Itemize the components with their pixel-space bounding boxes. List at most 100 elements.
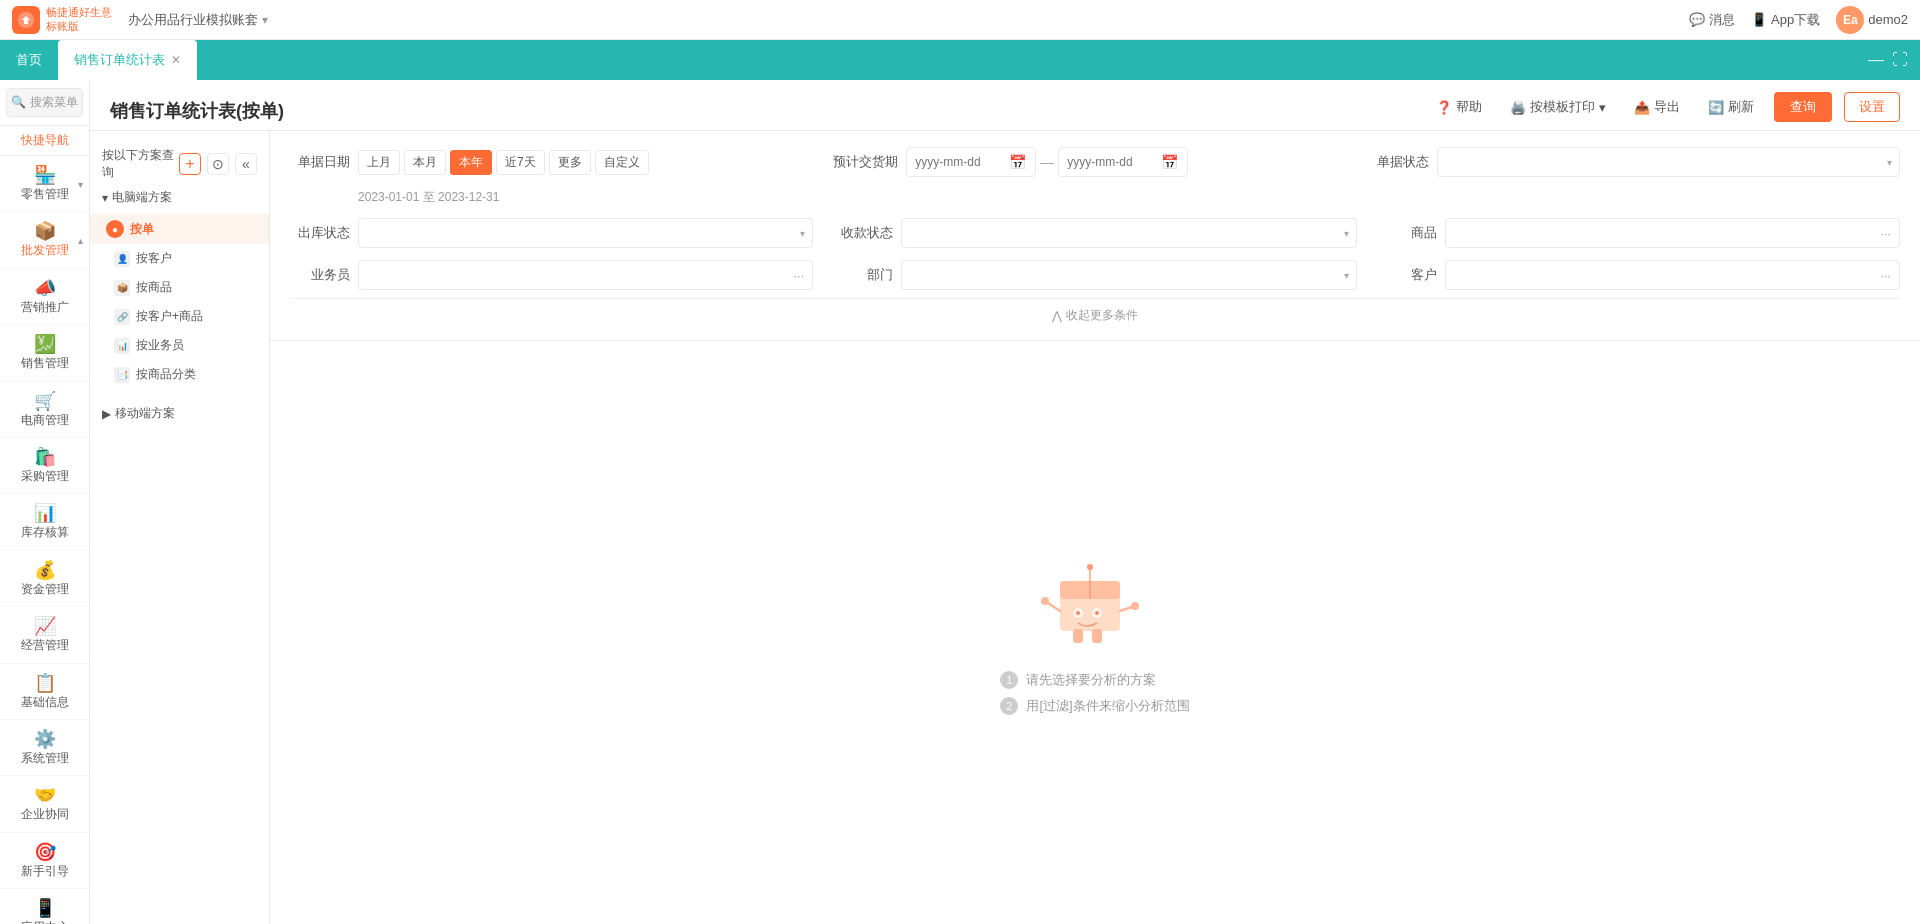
sidebar-item-operation[interactable]: 📈 经营管理: [0, 607, 89, 663]
page-header: 销售订单统计表(按单) ❓ 帮助 🖨️ 按模板打印 ▾ 📤 导出 🔄 刷新: [90, 80, 1920, 131]
sidebar: 🔍 搜索菜单 快捷导航 🏪 零售管理 ▾ 📦 批发管理 ▴ 📣 营销推广 💹 销…: [0, 80, 90, 924]
salesperson-label: 业务员: [290, 266, 350, 284]
page-title: 销售订单统计表(按单): [110, 99, 284, 123]
doc-status-select[interactable]: 草稿 已确认 已关闭: [1437, 147, 1900, 177]
right-content: 单据日期 上月 本月 本年 近7天 更多 自定义: [270, 131, 1920, 924]
retail-icon: 🏪: [34, 166, 56, 184]
desktop-section-toggle[interactable]: ▾: [102, 191, 108, 205]
query-button[interactable]: 查询: [1774, 92, 1832, 122]
empty-step-2: 2 用[过滤]条件来缩小分析范围: [1000, 697, 1189, 715]
svg-rect-14: [1073, 629, 1083, 643]
mobile-section-toggle[interactable]: ▶: [102, 407, 111, 421]
expected-start-input[interactable]: [915, 155, 1005, 169]
sidebar-item-enterprise-collab[interactable]: 🤝 企业协同: [0, 776, 89, 832]
maximize-btn[interactable]: ⛶: [1892, 52, 1908, 68]
salesperson-dots: ···: [793, 268, 804, 283]
app-logo[interactable]: 畅捷通好生意 标账版: [12, 6, 112, 34]
tab-home[interactable]: 首页: [0, 40, 58, 80]
payment-status-select[interactable]: 已收款 未收款: [901, 218, 1356, 248]
salesperson-input[interactable]: ···: [358, 260, 813, 290]
date-this-year-btn[interactable]: 本年: [450, 150, 492, 175]
user-profile-btn[interactable]: Ea demo2: [1836, 6, 1908, 34]
sidebar-item-ecommerce[interactable]: 🛒 电商管理: [0, 382, 89, 438]
tab-bar: 首页 销售订单统计表 ✕ — ⛶: [0, 40, 1920, 80]
goods-input[interactable]: ···: [1445, 218, 1900, 248]
top-bar-title: 办公用品行业模拟账套 ▾: [128, 11, 1681, 29]
sidebar-item-marketing[interactable]: 📣 营销推广: [0, 269, 89, 325]
tab-sales-order-stats[interactable]: 销售订单统计表 ✕: [58, 40, 197, 80]
collab-icon: 🤝: [34, 786, 56, 804]
guide-icon: 🎯: [34, 843, 56, 861]
minimize-btn[interactable]: —: [1868, 52, 1884, 68]
date-last-7-days-btn[interactable]: 近7天: [496, 150, 545, 175]
top-bar-actions: 💬 消息 📱 App下载 Ea demo2: [1689, 6, 1908, 34]
customer-icon: 👤: [114, 251, 130, 267]
goods-cell: 商品 ···: [1377, 218, 1900, 248]
customer-input[interactable]: ···: [1445, 260, 1900, 290]
date-last-month-btn[interactable]: 上月: [358, 150, 400, 175]
collapse-filter-btn[interactable]: ⋀ 收起更多条件: [290, 298, 1900, 332]
date-filter-cell: 单据日期 上月 本月 本年 近7天 更多 自定义: [290, 147, 813, 177]
sidebar-item-wholesale-mgmt[interactable]: 📦 批发管理 ▴: [0, 212, 89, 268]
sidebar-item-new-guide[interactable]: 🎯 新手引导: [0, 833, 89, 889]
sidebar-item-basic-info[interactable]: 📋 基础信息: [0, 664, 89, 720]
sidebar-item-inventory[interactable]: 📊 库存核算: [0, 494, 89, 550]
ship-status-select-wrapper: 已出库 未出库 ▾: [358, 218, 813, 248]
date-this-month-btn[interactable]: 本月: [404, 150, 446, 175]
sidebar-item-sales-mgmt[interactable]: 💹 销售管理: [0, 325, 89, 381]
tree-item-by-category[interactable]: 📑 按商品分类: [90, 360, 269, 389]
category-icon: 📑: [114, 367, 130, 383]
close-icon[interactable]: ✕: [171, 54, 181, 66]
sidebar-item-app-center[interactable]: 📱 应用中心: [0, 889, 89, 924]
ship-status-select[interactable]: 已出库 未出库: [358, 218, 813, 248]
help-icon: ❓: [1436, 100, 1452, 115]
doc-status-label: 单据状态: [1377, 153, 1429, 171]
collapse-panel-btn[interactable]: «: [235, 153, 257, 175]
tree-item-by-goods[interactable]: 📦 按商品: [90, 273, 269, 302]
settings-button[interactable]: 设置: [1844, 92, 1900, 122]
payment-status-label: 收款状态: [833, 224, 893, 242]
chevron-down-icon[interactable]: ▾: [262, 13, 268, 27]
download-icon: 📱: [1751, 12, 1767, 27]
basic-info-icon: 📋: [34, 674, 56, 692]
empty-illustration: [1035, 551, 1155, 651]
sidebar-item-purchase[interactable]: 🛍️ 采购管理: [0, 438, 89, 494]
purchase-icon: 🛍️: [34, 448, 56, 466]
quick-nav-btn[interactable]: 快捷导航: [0, 126, 89, 156]
left-panel-title: 按以下方案查询: [102, 147, 179, 181]
sidebar-item-system[interactable]: ⚙️ 系统管理: [0, 720, 89, 776]
tree-item-by-order[interactable]: ● 按单: [90, 214, 269, 244]
department-select-wrapper: ▾: [901, 260, 1356, 290]
settings-scheme-btn[interactable]: ⊙: [207, 153, 229, 175]
app-download-btn[interactable]: 📱 App下载: [1751, 11, 1820, 29]
tree-item-by-salesperson[interactable]: 📊 按业务员: [90, 331, 269, 360]
refresh-btn[interactable]: 🔄 刷新: [1700, 94, 1762, 120]
export-btn[interactable]: 📤 导出: [1626, 94, 1688, 120]
messages-btn[interactable]: 💬 消息: [1689, 11, 1735, 29]
department-select[interactable]: [901, 260, 1356, 290]
date-quick-btns: 上月 本月 本年 近7天 更多 自定义: [358, 150, 813, 175]
add-scheme-btn[interactable]: +: [179, 153, 201, 175]
expand-icon-wholesale: ▴: [78, 235, 83, 246]
date-custom-btn[interactable]: 自定义: [595, 150, 649, 175]
sidebar-item-finance[interactable]: 💰 资金管理: [0, 551, 89, 607]
expected-end-date[interactable]: 📅: [1058, 147, 1188, 177]
date-more-btn[interactable]: 更多: [549, 150, 591, 175]
main-layout: 🔍 搜索菜单 快捷导航 🏪 零售管理 ▾ 📦 批发管理 ▴ 📣 营销推广 💹 销…: [0, 80, 1920, 924]
tree-item-by-customer-goods[interactable]: 🔗 按客户+商品: [90, 302, 269, 331]
expected-delivery-cell: 预计交货期 📅 — 📅: [833, 147, 1356, 177]
tab-home-label: 首页: [16, 51, 42, 69]
tree-item-by-customer[interactable]: 👤 按客户: [90, 244, 269, 273]
step-1-num: 1: [1000, 671, 1018, 689]
print-btn[interactable]: 🖨️ 按模板打印 ▾: [1502, 94, 1614, 120]
empty-state: 1 请先选择要分析的方案 2 用[过滤]条件来缩小分析范围: [1000, 551, 1189, 715]
search-menu-btn[interactable]: 🔍 搜索菜单: [6, 88, 83, 117]
expected-start-date[interactable]: 📅: [906, 147, 1036, 177]
empty-step-1: 1 请先选择要分析的方案: [1000, 671, 1189, 689]
salesperson-cell: 业务员 ···: [290, 260, 813, 290]
calendar-icon: 📅: [1009, 154, 1026, 170]
expected-end-input[interactable]: [1067, 155, 1157, 169]
help-btn[interactable]: ❓ 帮助: [1428, 94, 1490, 120]
system-icon: ⚙️: [34, 730, 56, 748]
sidebar-item-retail-mgmt[interactable]: 🏪 零售管理 ▾: [0, 156, 89, 212]
